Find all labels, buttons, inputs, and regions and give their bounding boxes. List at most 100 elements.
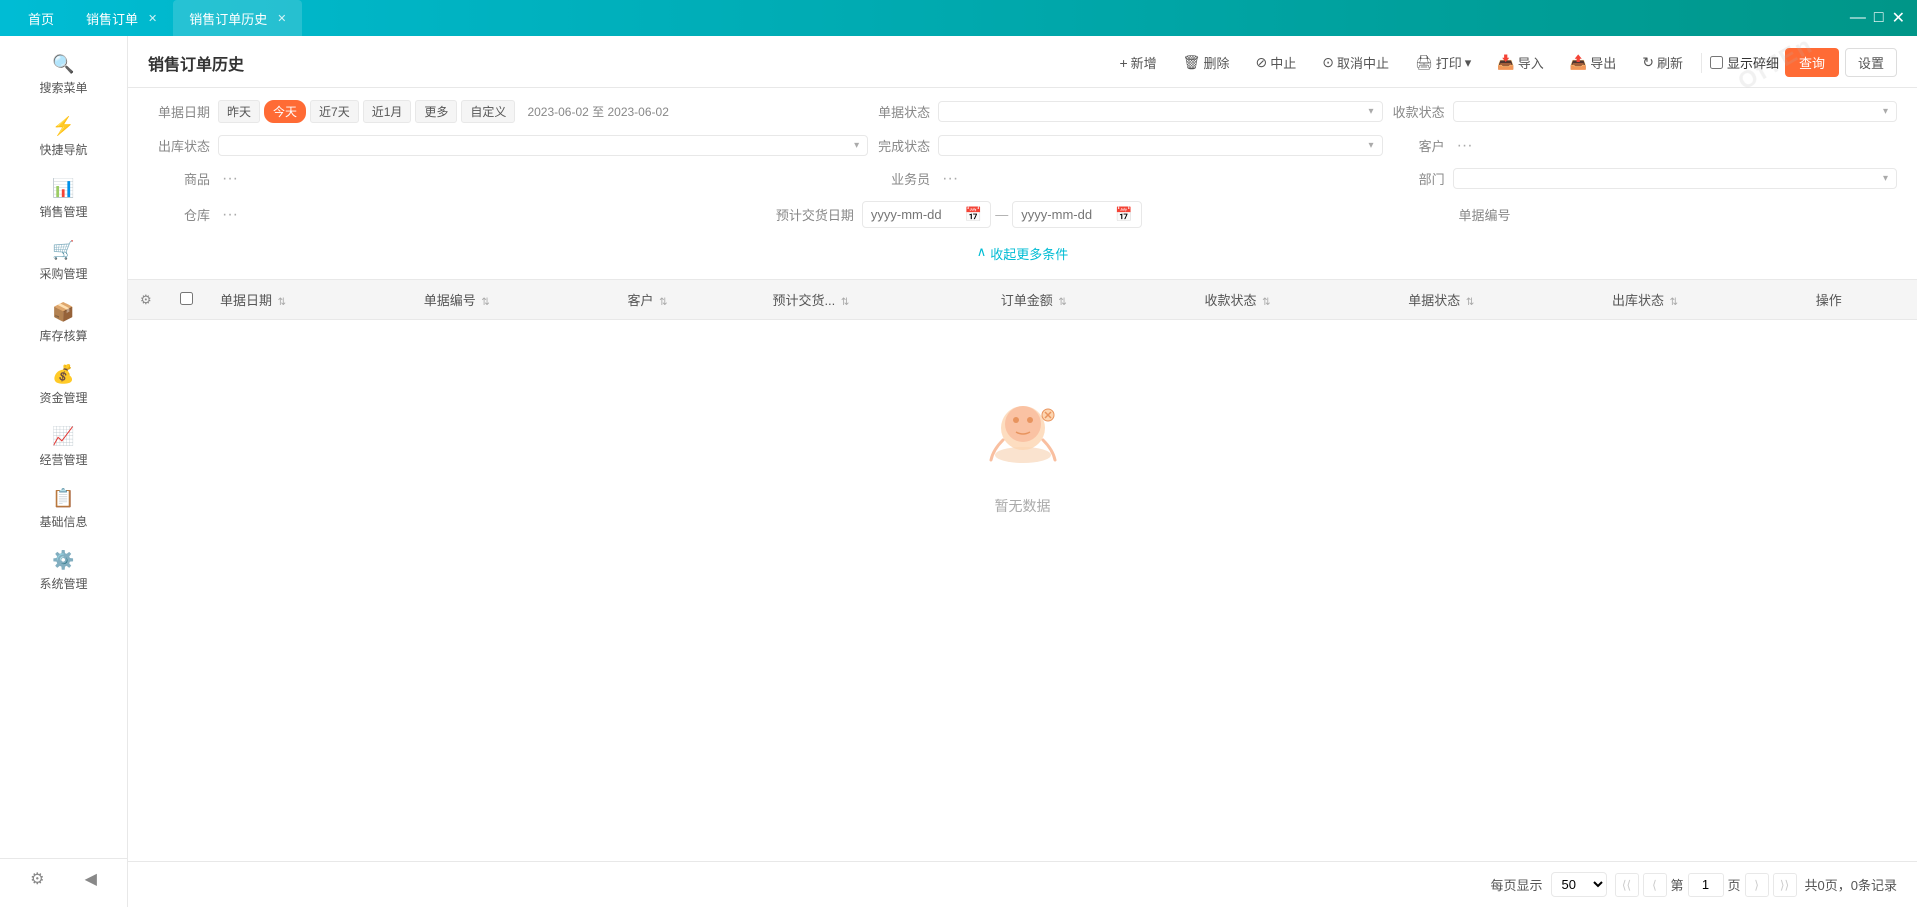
print-btn[interactable]: 🖨 打印 ▾ [1405, 48, 1481, 77]
select-all-checkbox[interactable] [180, 292, 193, 305]
status-filter-select[interactable]: ▾ [938, 101, 1382, 122]
toolbar-divider [1701, 53, 1702, 73]
stop-btn[interactable]: ⊘ 中止 [1245, 48, 1306, 77]
expected-delivery-start[interactable]: 📅 [862, 201, 991, 228]
first-page-btn[interactable]: ⟨⟨ [1615, 873, 1639, 897]
sort-customer-icon[interactable]: ⇅ [659, 297, 667, 308]
table-settings-icon[interactable]: ⚙ [140, 292, 152, 307]
customer-select-btn[interactable]: ··· [1453, 137, 1477, 155]
product-select-btn[interactable]: ··· [218, 170, 242, 188]
info-icon: 📋 [52, 488, 74, 509]
sort-date-icon[interactable]: ⇅ [278, 297, 286, 308]
payment-status-select[interactable]: ▾ [1453, 101, 1897, 122]
cancel-stop-icon: ⊙ [1322, 54, 1334, 71]
delete-btn-label: 删除 [1203, 53, 1229, 72]
completion-status-select[interactable]: ▾ [938, 135, 1382, 156]
th-payment-status-label: 收款状态 [1204, 293, 1256, 308]
th-date-label: 单据日期 [220, 293, 272, 308]
sort-doc-icon[interactable]: ⇅ [481, 297, 489, 308]
date-tag-today[interactable]: 今天 [264, 100, 306, 123]
content-area: 销售订单历史 + 新增 🗑 删除 ⊘ 中止 ⊙ [128, 36, 1917, 907]
window-minimize-btn[interactable]: — [1850, 9, 1866, 27]
warehouse-label: 仓库 [148, 205, 218, 224]
tab-sales-order-history[interactable]: 销售订单历史 ✕ [173, 0, 302, 36]
display-cols-checkbox[interactable] [1710, 56, 1723, 69]
page-input[interactable] [1688, 873, 1724, 897]
th-doc-status-label: 单据状态 [1408, 293, 1460, 308]
new-btn[interactable]: + 新增 [1109, 48, 1166, 77]
sort-payment-icon[interactable]: ⇅ [1262, 297, 1270, 308]
sidebar-item-system[interactable]: ⚙️ 系统管理 [0, 540, 127, 602]
status-filter-label: 单据状态 [868, 102, 938, 121]
import-btn[interactable]: 📥 导入 [1487, 48, 1553, 77]
department-select[interactable]: ▾ [1453, 168, 1897, 189]
sidebar-collapse-btn[interactable]: ◀ [85, 869, 97, 889]
settings-btn[interactable]: 设置 [1845, 48, 1897, 77]
window-maximize-btn[interactable]: □ [1874, 9, 1884, 27]
th-date: 单据日期 ⇅ [208, 280, 412, 320]
export-icon: 📤 [1570, 54, 1587, 71]
sidebar-item-finance[interactable]: 💰 资金管理 [0, 354, 127, 416]
expected-delivery-end[interactable]: 📅 [1012, 201, 1141, 228]
sidebar-item-purchase[interactable]: 🛒 采购管理 [0, 230, 127, 292]
sidebar-item-sales-label: 销售管理 [39, 203, 87, 220]
date-tag-yesterday[interactable]: 昨天 [218, 100, 260, 123]
filter-product: 商品 ··· [148, 169, 868, 188]
export-btn-label: 导出 [1590, 53, 1616, 72]
last-page-btn[interactable]: ⟩⟩ [1773, 873, 1797, 897]
page-title-row: 销售订单历史 + 新增 🗑 删除 ⊘ 中止 ⊙ [148, 48, 1897, 77]
sort-doc-status-icon[interactable]: ⇅ [1466, 297, 1474, 308]
window-close-btn[interactable]: ✕ [1892, 8, 1905, 28]
completion-status-label: 完成状态 [868, 136, 938, 155]
sidebar-settings-btn[interactable]: ⚙ [30, 869, 44, 889]
collapse-row[interactable]: ∧ 收起更多条件 [148, 240, 1897, 267]
sidebar-item-business[interactable]: 📈 经营管理 [0, 416, 127, 478]
page-suffix: 页 [1728, 875, 1741, 894]
next-page-btn[interactable]: ⟩ [1745, 873, 1769, 897]
sort-delivery-icon[interactable]: ⇅ [841, 297, 849, 308]
delivery-status-select[interactable]: ▾ [218, 135, 868, 156]
th-delivery-status-label: 出库状态 [1612, 293, 1664, 308]
sort-delivery-status-icon[interactable]: ⇅ [1670, 297, 1678, 308]
per-page-select[interactable]: 50 10 20 100 [1551, 872, 1607, 897]
delete-btn[interactable]: 🗑 删除 [1173, 48, 1240, 77]
th-delivery-status: 出库状态 ⇅ [1600, 280, 1804, 320]
empty-illustration [973, 380, 1073, 480]
tab-sales-order-label: 销售订单 [86, 9, 138, 28]
export-btn[interactable]: 📤 导出 [1560, 48, 1626, 77]
table-header: ⚙ 单据日期 ⇅ 单据编号 ⇅ [128, 280, 1917, 320]
sidebar-item-quick-nav[interactable]: ⚡ 快捷导航 [0, 106, 127, 168]
date-tag-more[interactable]: 更多 [415, 100, 457, 123]
tab-sales-order-close[interactable]: ✕ [148, 12, 157, 25]
sidebar-item-basic-info-label: 基础信息 [39, 513, 87, 530]
delivery-status-label: 出库状态 [148, 136, 218, 155]
query-btn[interactable]: 查询 [1785, 48, 1839, 77]
cancel-stop-btn-label: 取消中止 [1337, 53, 1389, 72]
refresh-btn[interactable]: ↻ 刷新 [1632, 48, 1693, 77]
th-action-label: 操作 [1816, 293, 1842, 308]
date-dash: — [991, 207, 1012, 222]
date-tag-custom[interactable]: 自定义 [461, 100, 515, 123]
cancel-stop-btn[interactable]: ⊙ 取消中止 [1312, 48, 1399, 77]
sidebar-item-basic-info[interactable]: 📋 基础信息 [0, 478, 127, 540]
expected-delivery-end-input[interactable] [1021, 207, 1111, 222]
sort-amount-icon[interactable]: ⇅ [1058, 297, 1066, 308]
sidebar-item-search[interactable]: 🔍 搜索菜单 [0, 44, 127, 106]
salesperson-select-btn[interactable]: ··· [938, 170, 962, 188]
stop-icon: ⊘ [1255, 54, 1267, 71]
sidebar-item-inventory[interactable]: 📦 库存核算 [0, 292, 127, 354]
th-expected-delivery: 预计交货... ⇅ [760, 280, 988, 320]
main-layout: 🔍 搜索菜单 ⚡ 快捷导航 📊 销售管理 🛒 采购管理 📦 库存核算 💰 资金管… [0, 36, 1917, 907]
sidebar-item-sales[interactable]: 📊 销售管理 [0, 168, 127, 230]
tab-sales-order-history-close[interactable]: ✕ [277, 12, 286, 25]
date-tag-7days[interactable]: 近7天 [310, 100, 359, 123]
warehouse-select-btn[interactable]: ··· [218, 206, 242, 224]
expected-delivery-start-input[interactable] [871, 207, 961, 222]
prev-page-btn[interactable]: ⟨ [1643, 873, 1667, 897]
display-cols-toggle[interactable]: 显示碎细 [1710, 53, 1779, 72]
tab-sales-order[interactable]: 销售订单 ✕ [70, 0, 173, 36]
date-tag-1month[interactable]: 近1月 [363, 100, 412, 123]
filter-row-3: 商品 ··· 业务员 ··· 部门 ▾ [148, 168, 1897, 189]
import-icon: 📥 [1497, 54, 1514, 71]
tab-home[interactable]: 首页 [12, 0, 70, 36]
